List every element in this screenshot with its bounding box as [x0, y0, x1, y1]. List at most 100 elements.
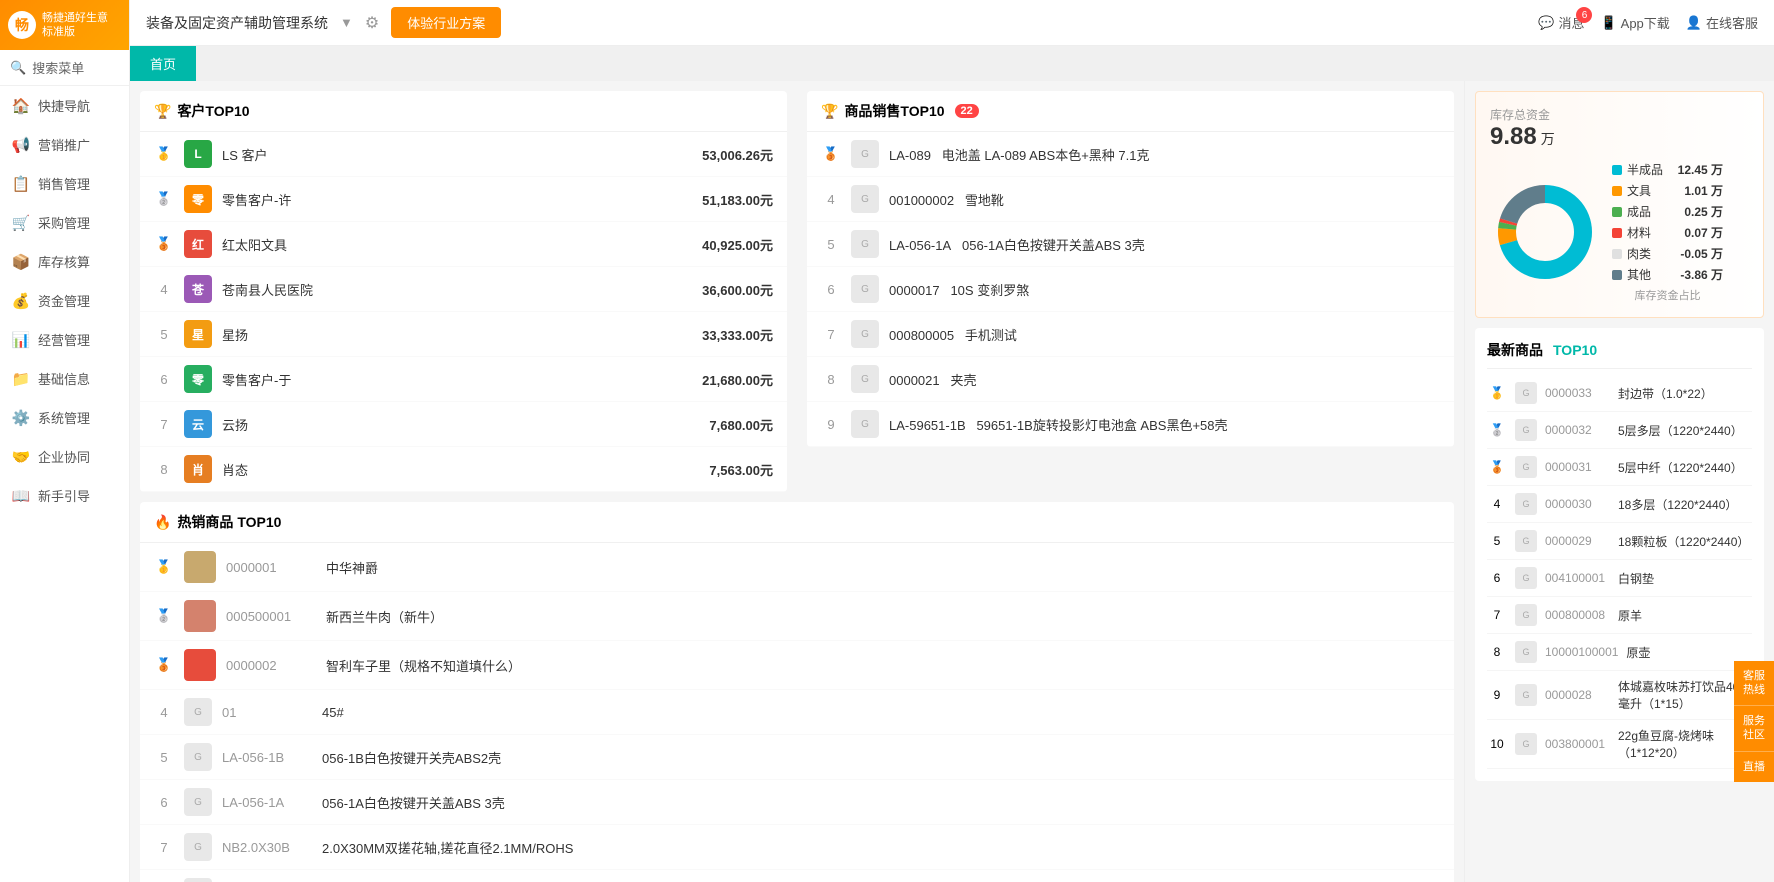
sidebar-item-label: 采购管理	[38, 213, 90, 232]
product-name: 白钢垫	[1618, 570, 1752, 587]
online-service-button[interactable]: 👤 在线客服	[1686, 13, 1758, 32]
product-code: NB2.0X30B	[222, 840, 312, 855]
table-row: 5 星 星扬 33,333.00元	[140, 312, 787, 357]
topbar-right: 💬 消息 6 📱 App下载 👤 在线客服	[1538, 13, 1758, 32]
sidebar-item-finance[interactable]: 💰 资金管理	[0, 281, 129, 320]
rank-number: 6	[821, 282, 841, 297]
product-info: LA-056-1A 056-1A白色按键开关盖ABS 3壳	[889, 235, 1440, 254]
customer-top10-header: 🏆 客户TOP10	[140, 91, 787, 132]
product-name: 22g鱼豆腐-烧烤味（1*12*20）	[1618, 727, 1752, 761]
sidebar-item-sales[interactable]: 📋 销售管理	[0, 164, 129, 203]
service-community-button[interactable]: 服务 社区	[1734, 706, 1774, 752]
rank-number: 7	[154, 840, 174, 855]
sidebar-item-label: 经营管理	[38, 330, 90, 349]
sidebar-item-label: 快捷导航	[38, 96, 90, 115]
mobile-icon: 📱	[1600, 15, 1616, 31]
sidebar-item-operations[interactable]: 📊 经营管理	[0, 320, 129, 359]
sidebar-item-inventory[interactable]: 📦 库存核算	[0, 242, 129, 281]
sidebar-item-marketing[interactable]: 📢 营销推广	[0, 125, 129, 164]
message-badge: 6	[1576, 7, 1592, 23]
product-info: LA-59651-1B 59651-1B旋转投影灯电池盒 ABS黑色+58壳	[889, 415, 1440, 434]
rank-number: 8	[1487, 645, 1507, 659]
sidebar-item-system[interactable]: ⚙️ 系统管理	[0, 398, 129, 437]
legend-value: 1.01 万	[1668, 182, 1723, 199]
logo-text: 畅捷通好生意 标准版	[42, 11, 108, 40]
list-item: 7 G 000800008 原羊	[1487, 597, 1752, 634]
product-name: 18颗粒板（1220*2440）	[1618, 533, 1752, 550]
sales-icon: 📋	[12, 175, 30, 193]
product-icon: G	[1515, 456, 1537, 478]
cs-hotline-button[interactable]: 客服 热线	[1734, 661, 1774, 707]
rank-value: 33,333.00元	[702, 325, 773, 344]
list-item: 4 G 0000030 18多层（1220*2440）	[1487, 486, 1752, 523]
legend-value: 0.07 万	[1668, 224, 1723, 241]
tab-home[interactable]: 首页	[130, 46, 196, 81]
sidebar-item-basics[interactable]: 📁 基础信息	[0, 359, 129, 398]
customer-name: 星扬	[222, 325, 692, 344]
product-icon: G	[1515, 604, 1537, 626]
service-icon: 👤	[1686, 15, 1702, 31]
legend-dot	[1612, 186, 1622, 196]
product-sales-table: 🥉 G LA-089 电池盖 LA-089 ABS本色+黑种 7.1克 4 G …	[807, 132, 1454, 447]
inventory-total-card: 库存总资金 9.88 万	[1475, 91, 1764, 318]
list-item: 🥈 000500001 新西兰牛肉（新牛）	[140, 592, 1454, 641]
product-name: 封边带（1.0*22）	[1618, 385, 1752, 402]
live-broadcast-button[interactable]: 直播	[1734, 752, 1774, 782]
sidebar-item-purchase[interactable]: 🛒 采购管理	[0, 203, 129, 242]
app-download-button[interactable]: 📱 App下载	[1600, 13, 1669, 32]
settings-icon[interactable]: ⚙	[365, 13, 379, 33]
list-item: 4 G 01 45#	[140, 690, 1454, 735]
product-name: 5层多层（1220*2440）	[1618, 422, 1752, 439]
avatar: 云	[184, 410, 212, 438]
right-panel: 库存总资金 9.88 万	[1464, 81, 1774, 882]
inventory-value: 9.88	[1490, 123, 1537, 151]
sidebar-search[interactable]: 🔍 搜索菜单	[0, 50, 129, 86]
rank-number: 🥈	[154, 191, 174, 207]
product-icon: G	[1515, 733, 1537, 755]
product-info: 0000017 10S 变刹罗煞	[889, 280, 1440, 299]
sidebar-item-home[interactable]: 🏠 快捷导航	[0, 86, 129, 125]
table-row: 9 G LA-59651-1B 59651-1B旋转投影灯电池盒 ABS黑色+5…	[807, 402, 1454, 447]
float-customer-service: 客服 热线 服务 社区 直播	[1734, 661, 1774, 782]
customer-name: 零售客户-许	[222, 190, 692, 209]
sidebar-item-label: 系统管理	[38, 408, 90, 427]
customer-name: 红太阳文具	[222, 235, 692, 254]
sidebar-item-label: 销售管理	[38, 174, 90, 193]
inventory-icon: 📦	[12, 253, 30, 271]
legend-item: 成品 0.25 万	[1612, 203, 1723, 220]
customer-name: 肖态	[222, 460, 699, 479]
table-row: 🥉 G LA-089 电池盖 LA-089 ABS本色+黑种 7.1克	[807, 132, 1454, 177]
content-area: 🏆 客户TOP10 🥇 L LS 客户 53,006.26元 🥈	[130, 81, 1774, 882]
customer-rank-table: 🥇 L LS 客户 53,006.26元 🥈 零 零售客户-许 51,183.0…	[140, 132, 787, 492]
legend-value: 0.25 万	[1668, 203, 1723, 220]
product-name: 原壶	[1626, 644, 1752, 661]
rank-number: 5	[154, 750, 174, 765]
sidebar-item-guide[interactable]: 📖 新手引导	[0, 476, 129, 515]
legend-name: 材料	[1627, 224, 1663, 241]
rank-value: 40,925.00元	[702, 235, 773, 254]
rank-number: 🥉	[154, 657, 174, 673]
legend-dot	[1612, 249, 1622, 259]
chart-label: 库存资金占比	[1612, 287, 1723, 303]
inventory-chart: 半成品 12.45 万 文具 1.01 万 成品 0	[1490, 161, 1749, 303]
home-icon: 🏠	[12, 97, 30, 115]
trial-button[interactable]: 体验行业方案	[391, 7, 501, 38]
sidebar: 畅 畅捷通好生意 标准版 🔍 搜索菜单 🏠 快捷导航 📢 营销推广 📋 销售管理…	[0, 0, 130, 882]
product-icon: G	[851, 140, 879, 168]
product-icon: G	[851, 320, 879, 348]
customer-top10-section: 🏆 客户TOP10 🥇 L LS 客户 53,006.26元 🥈	[130, 81, 797, 502]
rank-number: 8	[821, 372, 841, 387]
messages-button[interactable]: 💬 消息 6	[1538, 13, 1584, 32]
table-row: 6 零 零售客户-于 21,680.00元	[140, 357, 787, 402]
product-code: 003800001	[1545, 737, 1610, 751]
hot-products-list: 🥇 0000001 中华神爵 🥈 000500001 新西兰牛肉（新牛） 🥉	[140, 543, 1454, 882]
rank-number: 5	[821, 237, 841, 252]
sidebar-item-enterprise[interactable]: 🤝 企业协同	[0, 437, 129, 476]
product-icon: G	[851, 185, 879, 213]
product-code: LA-056-1A	[222, 795, 312, 810]
list-item: 9 G 0000028 体城嘉枚味苏打饮品400毫升（1*15）	[1487, 671, 1752, 720]
product-code: 0000033	[1545, 386, 1610, 400]
rank-number: 4	[821, 192, 841, 207]
product-info: 000800005 手机测试	[889, 325, 1440, 344]
rank-number: 6	[154, 372, 174, 387]
